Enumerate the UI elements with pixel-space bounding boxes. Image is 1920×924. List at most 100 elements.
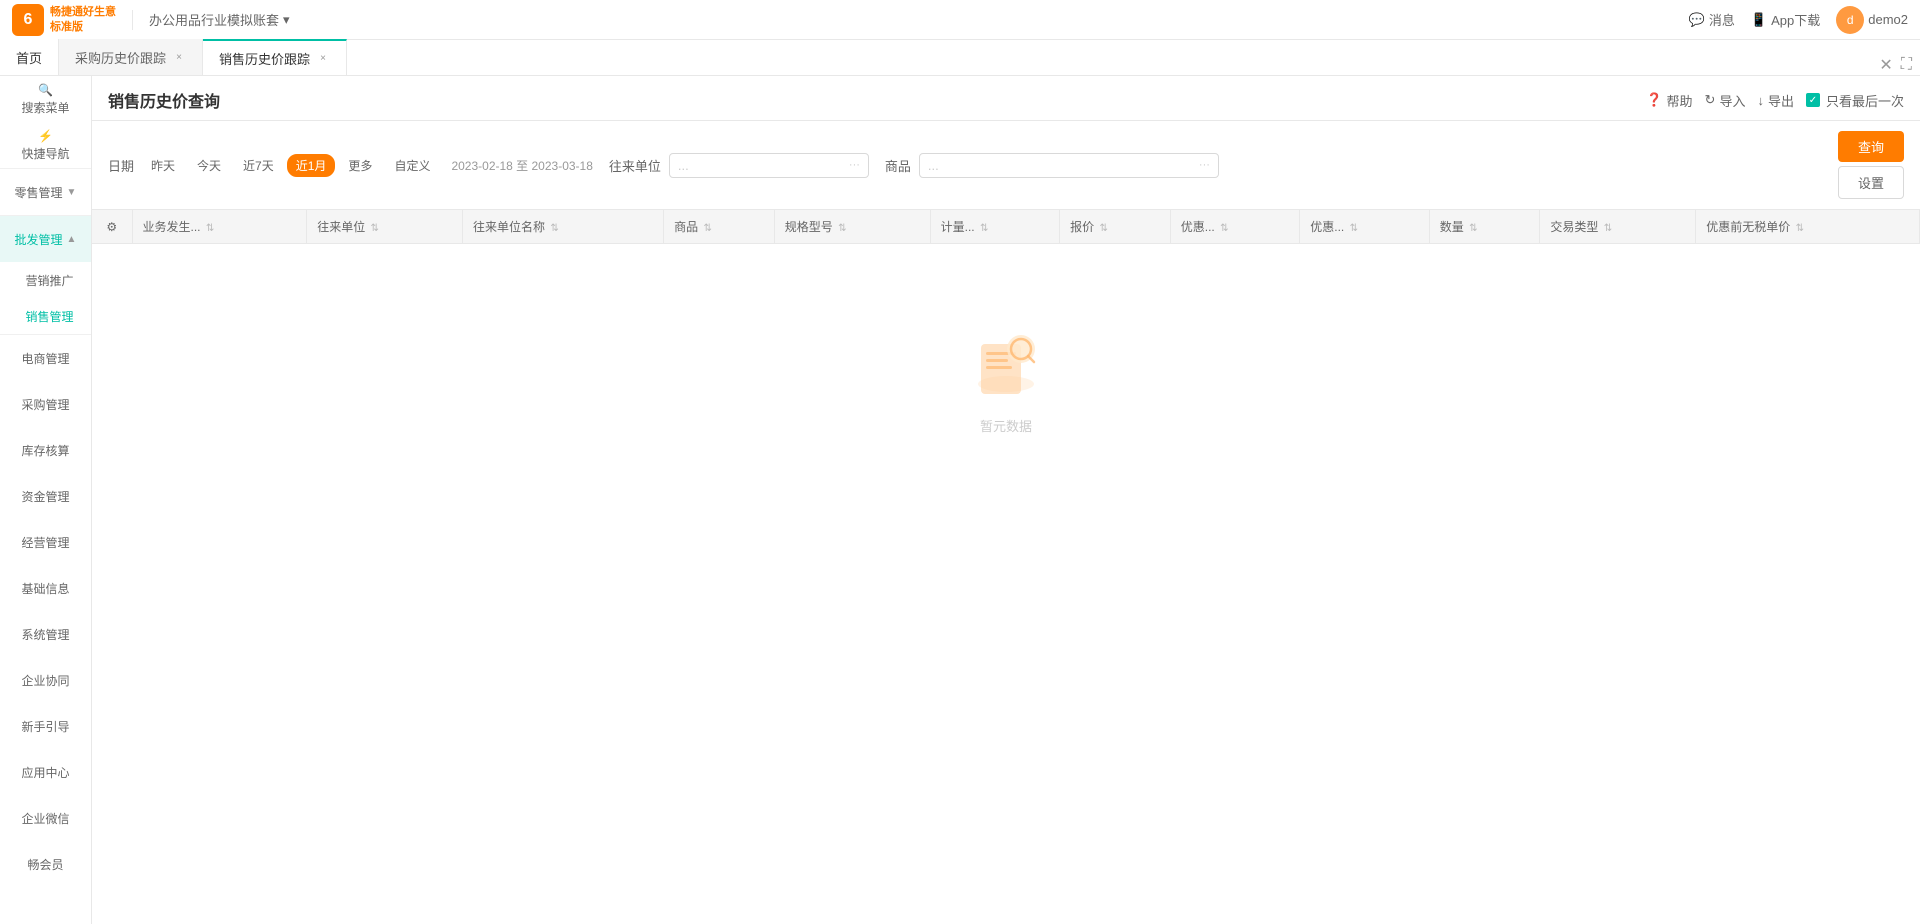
col-counterpart-name[interactable]: 往来单位名称 ⇅ [463,210,664,244]
date-btn-custom[interactable]: 自定义 [385,154,439,177]
main-layout: 🔍 搜索菜单 ⚡ 快捷导航 零售管理 ▼ 批发管理 ▲ 营销推广 销售管理 [0,76,1920,924]
sidebar-item-quick-nav[interactable]: ⚡ 快捷导航 [0,122,91,168]
goods-input[interactable]: ... ··· [919,153,1219,178]
help-button[interactable]: ❓ 帮助 [1646,91,1692,110]
app-download-button[interactable]: 📱 App下载 [1751,10,1820,29]
workspace-selector[interactable]: 办公用品行业模拟账套 ▾ [149,10,290,29]
tab-purchase-history[interactable]: 采购历史价跟踪 × [59,39,203,75]
sidebar-item-finance[interactable]: 资金管理 [0,473,91,519]
logo-text: 畅捷通好生意 标准版 [50,5,116,34]
counterpart-more-icon: ··· [849,159,860,171]
sort-icon: ⇅ [703,223,711,234]
maximize-icon[interactable]: ⛶ [1901,56,1912,74]
sidebar-item-inventory[interactable]: 库存核算 [0,427,91,473]
date-btn-today[interactable]: 今天 [188,154,230,177]
settings-button[interactable]: 设置 [1838,166,1904,199]
sort-icon: ⇅ [1604,223,1612,234]
col-unit[interactable]: 计量... ⇅ [930,210,1059,244]
sort-icon: ⇅ [371,223,379,234]
date-btn-7days[interactable]: 近7天 [234,154,283,177]
date-btn-more[interactable]: 更多 [339,154,381,177]
sidebar-item-retail-mgmt[interactable]: 零售管理 ▼ [0,169,91,215]
chevron-up-icon: ▲ [67,234,77,245]
sidebar-item-basic-info[interactable]: 基础信息 [0,565,91,611]
sidebar-section-ecommerce: 电商管理 [0,334,91,381]
chevron-down-icon: ▾ [283,12,290,28]
message-button[interactable]: 💬 消息 [1689,10,1735,29]
col-biz-date[interactable]: 业务发生... ⇅ [132,210,307,244]
nav-icon: ⚡ [38,129,53,143]
table-container: ⚙ 业务发生... ⇅ 往来单位 ⇅ 往来单位名称 ⇅ [92,210,1920,924]
sidebar-item-app-center[interactable]: 应用中心 [0,749,91,795]
date-filter-label: 日期 [108,156,134,175]
tab-bar: 首页 采购历史价跟踪 × 销售历史价跟踪 × ✕ ⛶ [0,40,1920,76]
sort-icon: ⇅ [1796,223,1804,234]
sidebar: 🔍 搜索菜单 ⚡ 快捷导航 零售管理 ▼ 批发管理 ▲ 营销推广 销售管理 [0,76,92,924]
col-spec[interactable]: 规格型号 ⇅ [774,210,930,244]
date-range-display: 2023-02-18 至 2023-03-18 [451,157,592,174]
content-area: 销售历史价查询 ❓ 帮助 ↻ 导入 ↓ 导出 ✓ 只看最后一次 [92,76,1920,924]
import-button[interactable]: ↻ 导入 [1705,91,1746,110]
counterpart-dots: ... [678,158,689,173]
sort-icon: ⇅ [206,223,214,234]
counterpart-filter-group: 往来单位 ... ··· [609,153,869,178]
tab-sales-history-close[interactable]: × [316,51,330,65]
filter-bar: 日期 昨天 今天 近7天 近1月 更多 自定义 2023-02-18 至 202… [92,121,1920,210]
sort-icon: ⇅ [550,223,558,234]
message-icon: 💬 [1689,12,1705,28]
col-discount1[interactable]: 优惠... ⇅ [1170,210,1299,244]
tab-home[interactable]: 首页 [0,39,59,75]
goods-more-icon: ··· [1199,159,1210,171]
empty-text: 暂元数据 [980,416,1032,435]
date-btn-1month[interactable]: 近1月 [287,154,336,177]
sort-icon: ⇅ [1099,223,1107,234]
close-all-tabs-icon[interactable]: ✕ [1879,55,1892,75]
help-icon: ❓ [1646,92,1662,108]
date-shortcuts: 昨天 今天 近7天 近1月 更多 自定义 [142,154,439,177]
counterpart-input[interactable]: ... ··· [669,153,869,178]
header-bar: 6 畅捷通好生意 标准版 办公用品行业模拟账套 ▾ 💬 消息 📱 App下载 d… [0,0,1920,40]
phone-icon: 📱 [1751,12,1767,28]
sidebar-item-operations[interactable]: 经营管理 [0,519,91,565]
sidebar-item-search-menu[interactable]: 🔍 搜索菜单 [0,76,91,122]
col-no-tax-price[interactable]: 优惠前无税单价 ⇅ [1696,210,1920,244]
export-button[interactable]: ↓ 导出 [1757,91,1794,110]
sidebar-item-member[interactable]: 畅会员 [0,841,91,887]
sidebar-item-wholesale-mgmt[interactable]: 批发管理 ▲ [0,216,91,262]
query-button[interactable]: 查询 [1838,131,1904,162]
sidebar-sub-sales-mgmt[interactable]: 销售管理 [0,298,91,334]
sort-icon: ⇅ [838,223,846,234]
counterpart-label: 往来单位 [609,156,661,175]
import-icon: ↻ [1705,92,1716,108]
tab-purchase-history-close[interactable]: × [172,50,186,64]
sidebar-item-wechat[interactable]: 企业微信 [0,795,91,841]
sidebar-item-enterprise[interactable]: 企业协同 [0,657,91,703]
data-table: ⚙ 业务发生... ⇅ 往来单位 ⇅ 往来单位名称 ⇅ [92,210,1920,244]
empty-icon [966,324,1046,404]
date-filter-group: 日期 昨天 今天 近7天 近1月 更多 自定义 2023-02-18 至 202… [108,154,593,177]
col-qty[interactable]: 数量 ⇅ [1429,210,1540,244]
goods-label: 商品 [885,156,911,175]
user-menu[interactable]: d demo2 [1836,6,1908,34]
col-quote[interactable]: 报价 ⇅ [1060,210,1171,244]
sidebar-item-ecommerce[interactable]: 电商管理 [0,335,91,381]
sidebar-item-purchase-mgmt[interactable]: 采购管理 [0,381,91,427]
only-last-checkbox-group[interactable]: ✓ 只看最后一次 [1806,91,1904,110]
date-btn-yesterday[interactable]: 昨天 [142,154,184,177]
page-title: 销售历史价查询 [108,88,220,112]
col-counterpart-code[interactable]: 往来单位 ⇅ [307,210,463,244]
search-icon: 🔍 [38,83,53,97]
empty-state: 暂元数据 [92,244,1920,515]
col-trade-type[interactable]: 交易类型 ⇅ [1540,210,1696,244]
sort-icon: ⇅ [1350,223,1358,234]
export-icon: ↓ [1757,93,1764,108]
tab-sales-history[interactable]: 销售历史价跟踪 × [203,39,347,75]
col-goods[interactable]: 商品 ⇅ [664,210,775,244]
sidebar-sub-marketing[interactable]: 营销推广 [0,262,91,298]
col-settings[interactable]: ⚙ [92,210,132,244]
sort-icon: ⇅ [1469,223,1477,234]
sidebar-item-system[interactable]: 系统管理 [0,611,91,657]
only-last-checkbox[interactable]: ✓ [1806,93,1820,107]
col-discount2[interactable]: 优惠... ⇅ [1300,210,1429,244]
sidebar-item-guide[interactable]: 新手引导 [0,703,91,749]
